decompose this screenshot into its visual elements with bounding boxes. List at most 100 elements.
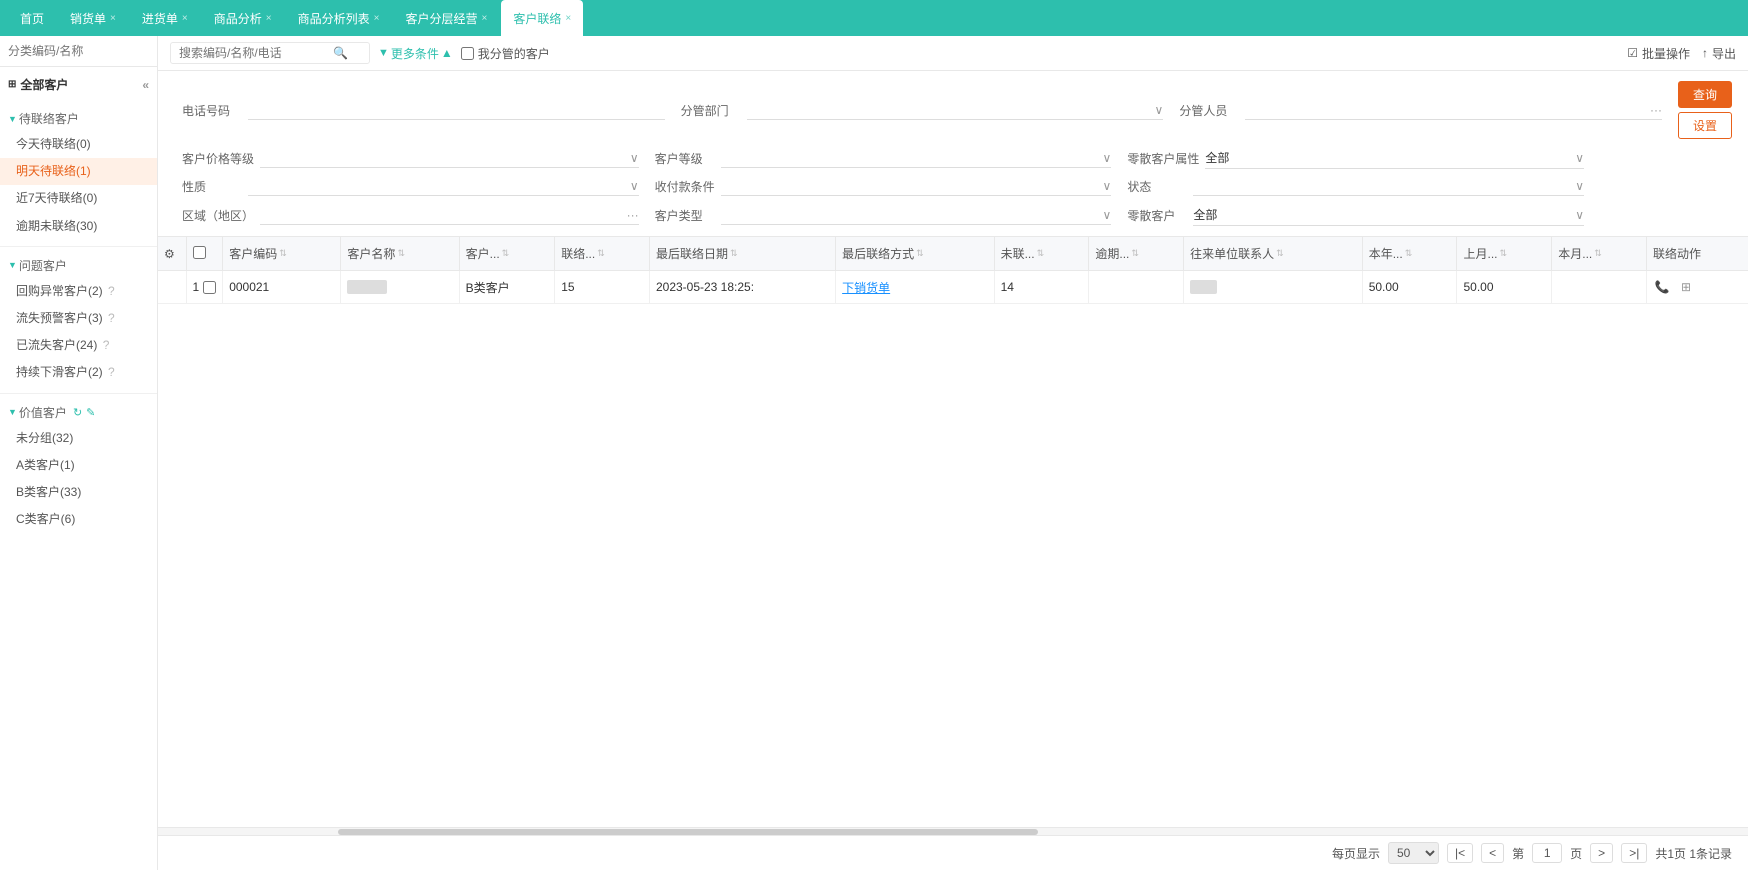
call-icon[interactable]: 📞 [1653,278,1671,296]
sidebar-item-today-pending[interactable]: 今天待联络(0) [0,131,157,158]
close-product-list-icon[interactable]: × [374,13,380,24]
row-contact-count: 15 [555,271,650,304]
sort-thismonth-icon[interactable]: ⇅ [1594,248,1602,259]
all-customers-title[interactable]: ⊞ 全部客户 « [0,71,157,98]
more-conditions-btn[interactable]: ▼ 更多条件 ▲ [378,45,453,62]
sidebar-item-class-c[interactable]: C类客户(6) [0,506,157,533]
status-chevron-icon: ∨ [1575,179,1584,193]
row-actions: 📞 ⊞ [1647,271,1748,304]
close-sales-order-icon[interactable]: × [110,13,116,24]
close-customer-seg-icon[interactable]: × [481,13,487,24]
first-page-btn[interactable]: |< [1447,843,1473,863]
filter-cust-type: 客户类型 ∨ [647,206,1120,225]
refresh-icon[interactable]: ↻ [73,406,82,419]
pending-group-section: ▼ 待联络客户 今天待联络(0) 明天待联络(1) 近7天待联络(0) 逾期未联… [0,102,157,244]
cust-price-select[interactable]: ∨ [260,149,639,168]
filter-region: 区域（地区） ··· [174,206,647,225]
nav-product-analysis-list[interactable]: 商品分析列表 × [286,0,392,36]
search-box: 🔍 [170,42,370,64]
help-icon-2[interactable]: ? [108,311,115,325]
content-area: 🔍 ▼ 更多条件 ▲ 我分管的客户 ☑ 批量操作 ↑ 导出 [158,36,1748,870]
sort-thisyear-icon[interactable]: ⇅ [1405,248,1413,259]
filter-row-4: 区域（地区） ··· 客户类型 ∨ 零散客户 全部 ∨ [174,200,1732,230]
sort-person-icon[interactable]: ⇅ [1276,248,1284,259]
nav-home[interactable]: 首页 [8,0,56,36]
pagination-bar: 每页显示 50 100 200 |< < 第 页 > >| 共1页 1条记录 [158,835,1748,870]
query-btn[interactable]: 查询 [1678,81,1732,108]
sidebar-item-class-a[interactable]: A类客户(1) [0,452,157,479]
export-btn[interactable]: ↑ 导出 [1702,45,1736,62]
select-all-checkbox[interactable] [193,246,206,259]
nav-customer-contact[interactable]: 客户联络 × [501,0,583,36]
dept-select[interactable]: ∨ [747,101,1164,120]
sidebar-item-7days-pending[interactable]: 近7天待联络(0) [0,185,157,212]
search-input[interactable] [179,46,329,60]
dept-label: 分管部门 [681,102,741,119]
my-customers-check[interactable] [461,47,474,60]
sidebar-item-churn-warning[interactable]: 流失预警客户(3) ? [0,305,157,332]
horizontal-scrollbar[interactable] [158,827,1748,835]
sort-code-icon[interactable]: ⇅ [279,248,287,259]
help-icon-1[interactable]: ? [108,284,115,298]
person-select[interactable]: ··· [1245,101,1662,120]
gear-icon[interactable]: ⚙ [164,247,175,261]
help-icon-3[interactable]: ? [103,338,110,352]
sidebar-item-repurchase-abnormal[interactable]: 回购异常客户(2) ? [0,278,157,305]
status-select[interactable]: ∨ [1193,177,1584,196]
sort-contact-icon[interactable]: ⇅ [597,248,605,259]
sort-type-icon[interactable]: ⇅ [502,248,510,259]
region-select[interactable]: ··· [260,206,639,225]
sort-lastmethod-icon[interactable]: ⇅ [916,248,924,259]
sort-lastmonth-icon[interactable]: ⇅ [1500,248,1508,259]
qr-icon[interactable]: ⊞ [1677,278,1695,296]
sidebar-item-churned[interactable]: 已流失客户(24) ? [0,332,157,359]
batch-ops-btn[interactable]: ☑ 批量操作 [1627,45,1690,62]
row-last-date: 2023-05-23 18:25: [649,271,835,304]
sort-lastdate-icon[interactable]: ⇅ [730,248,738,259]
nav-customer-segmentation[interactable]: 客户分层经营 × [393,0,499,36]
sidebar-item-class-b[interactable]: B类客户(33) [0,479,157,506]
payment-label: 收付款条件 [655,178,715,195]
per-page-select[interactable]: 50 100 200 [1388,842,1439,864]
sidebar-search-container: 🔍 [0,36,157,67]
sidebar-search-input[interactable] [8,44,158,58]
sort-uncontact-icon[interactable]: ⇅ [1037,248,1045,259]
cust-price-chevron-icon: ∨ [630,151,639,165]
nav-product-analysis[interactable]: 商品分析 × [202,0,284,36]
my-customers-checkbox[interactable]: 我分管的客户 [461,45,550,62]
cust-type-select[interactable]: ∨ [721,206,1112,225]
set-btn[interactable]: 设置 [1678,112,1732,139]
retail-select[interactable]: 全部 ∨ [1193,204,1584,226]
phone-input[interactable] [248,101,665,120]
gender-select[interactable]: ∨ [248,177,639,196]
nav-purchase-order[interactable]: 进货单 × [130,0,200,36]
last-page-btn[interactable]: >| [1621,843,1647,863]
page-input[interactable] [1532,843,1562,863]
cust-level-select[interactable]: ∨ [721,149,1112,168]
close-product-analysis-icon[interactable]: × [266,13,272,24]
problem-group-section: ▼ 问题客户 回购异常客户(2) ? 流失预警客户(3) ? 已流失客户(24)… [0,249,157,391]
last-method-link[interactable]: 下销货单 [842,281,890,295]
sidebar-item-tomorrow-pending[interactable]: 明天待联络(1) [0,158,157,185]
person-label: 分管人员 [1179,102,1239,119]
search-icon[interactable]: 🔍 [333,46,348,60]
sort-name-icon[interactable]: ⇅ [397,248,405,259]
sidebar-item-unclassified[interactable]: 未分组(32) [0,425,157,452]
help-icon-4[interactable]: ? [108,365,115,379]
retail-attr-select[interactable]: 全部 ∨ [1205,147,1584,169]
payment-select[interactable]: ∨ [721,177,1112,196]
region-label: 区域（地区） [182,207,254,224]
dept-chevron-icon: ∨ [1155,103,1164,117]
prev-page-btn[interactable]: < [1481,843,1504,863]
scrollbar-thumb[interactable] [338,829,1038,835]
next-page-btn[interactable]: > [1590,843,1613,863]
row-checkbox[interactable] [203,281,216,294]
collapse-icon[interactable]: « [142,78,149,92]
sidebar-item-declining[interactable]: 持续下滑客户(2) ? [0,359,157,386]
close-purchase-order-icon[interactable]: × [182,13,188,24]
close-customer-contact-icon[interactable]: × [565,13,571,24]
nav-sales-order[interactable]: 销货单 × [58,0,128,36]
sidebar-item-overdue-pending[interactable]: 逾期未联络(30) [0,213,157,240]
sort-overdue-icon[interactable]: ⇅ [1131,248,1139,259]
edit-icon[interactable]: ✎ [86,406,95,419]
